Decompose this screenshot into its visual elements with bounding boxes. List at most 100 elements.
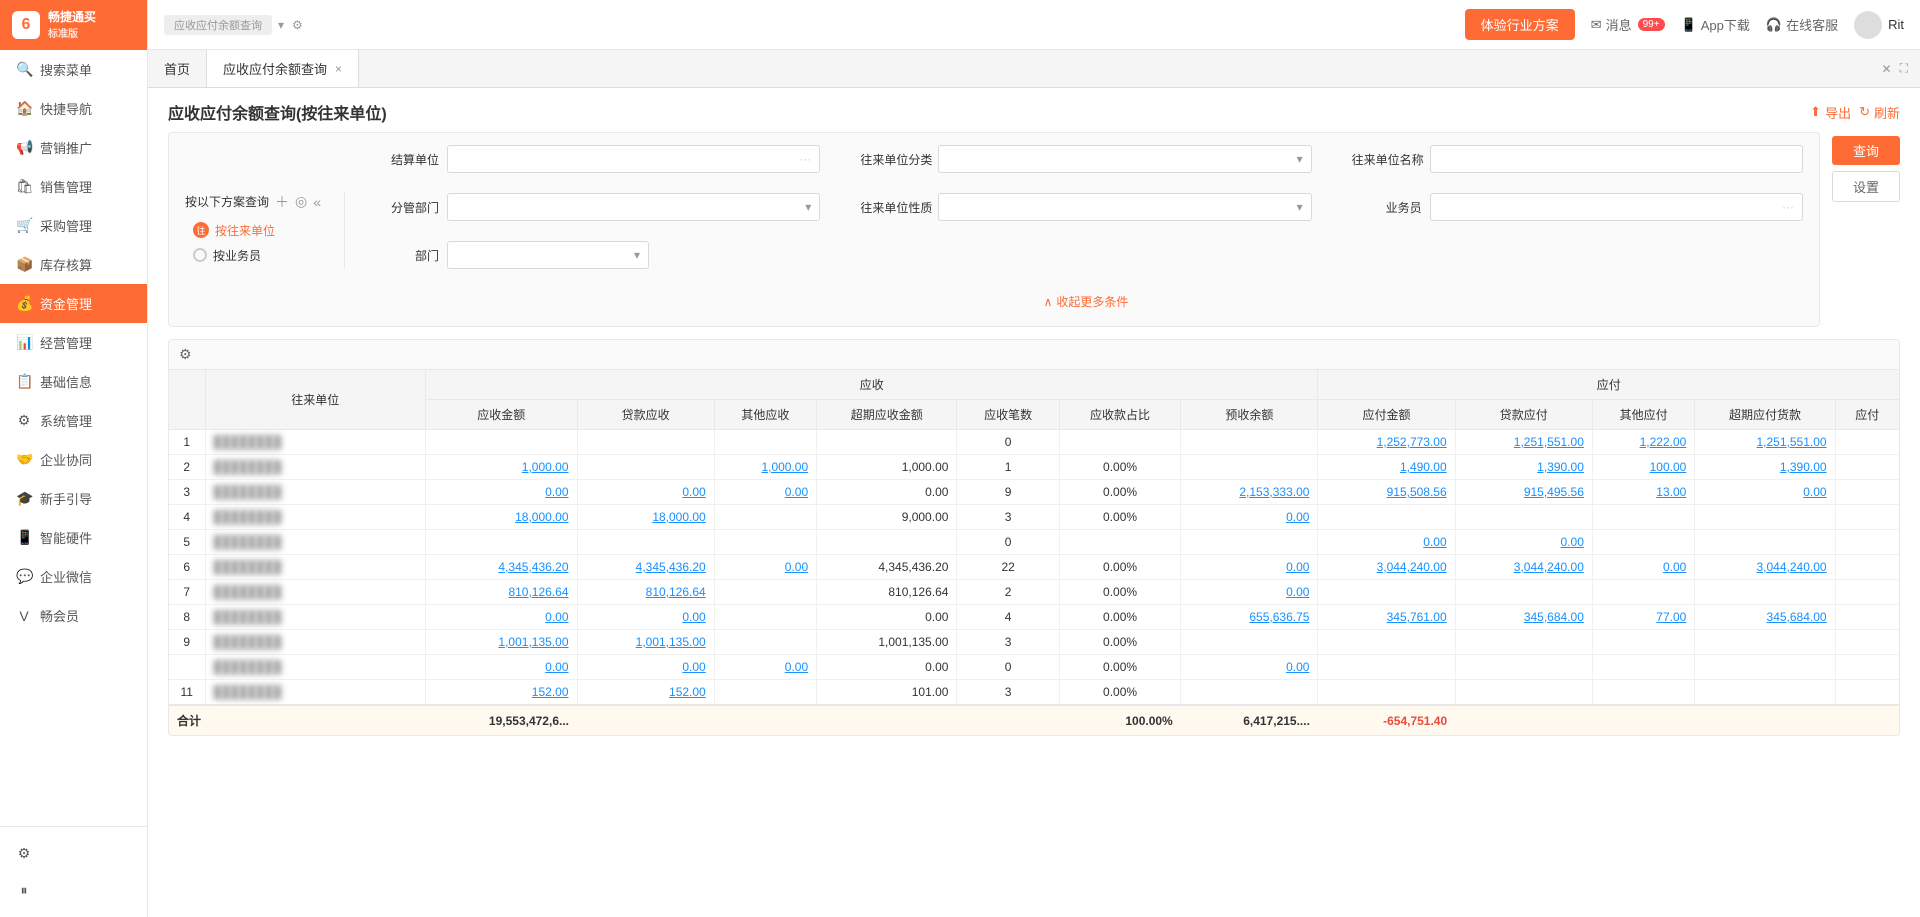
breadcrumb-dropdown-icon[interactable]: ▾ (278, 18, 284, 32)
sidebar-item-quick-nav[interactable]: 🏠 快捷导航 (0, 89, 147, 128)
cell-link[interactable]: 0.00 (785, 485, 808, 499)
table-cell[interactable]: 1,390.00 (1455, 455, 1592, 480)
solution-btn[interactable]: 体验行业方案 (1465, 9, 1575, 40)
online-service-btn[interactable]: 🎧 在线客服 (1766, 15, 1838, 34)
cell-link[interactable]: 0.00 (545, 610, 568, 624)
cell-link[interactable]: 1,251,551.00 (1757, 435, 1827, 449)
tab-home[interactable]: 首页 (148, 50, 207, 87)
table-cell[interactable]: 915,508.56 (1318, 480, 1455, 505)
salesperson-input[interactable]: ··· (1430, 193, 1803, 221)
partner-name-input[interactable] (1430, 145, 1803, 173)
cell-link[interactable]: 0.00 (1561, 535, 1584, 549)
table-cell[interactable]: 810,126.64 (577, 580, 714, 605)
cell-link[interactable]: 1,490.00 (1400, 460, 1447, 474)
table-cell[interactable]: 0.00 (426, 480, 577, 505)
table-cell[interactable]: 0.00 (714, 655, 816, 680)
collapse-link[interactable]: ∧ 收起更多条件 (1044, 293, 1129, 310)
table-cell[interactable]: 77.00 (1592, 605, 1694, 630)
table-cell[interactable]: 3,044,240.00 (1455, 555, 1592, 580)
cell-link[interactable]: 0.00 (785, 560, 808, 574)
messages-btn[interactable]: ✉ 消息 99+ (1591, 15, 1665, 34)
cell-link[interactable]: 1,251,551.00 (1514, 435, 1584, 449)
cell-link[interactable]: 2,153,333.00 (1239, 485, 1309, 499)
cell-link[interactable]: 18,000.00 (652, 510, 705, 524)
table-cell[interactable]: 100.00 (1592, 455, 1694, 480)
cell-link[interactable]: 0.00 (1286, 560, 1309, 574)
header-gear-icon[interactable]: ⚙ (292, 18, 303, 32)
cell-link[interactable]: 100.00 (1650, 460, 1687, 474)
table-cell[interactable]: 345,684.00 (1455, 605, 1592, 630)
cell-link[interactable]: 152.00 (532, 685, 569, 699)
table-cell[interactable]: 1,390.00 (1695, 455, 1835, 480)
cell-link[interactable]: 0.00 (1423, 535, 1446, 549)
cell-link[interactable]: 1,000.00 (761, 460, 808, 474)
sidebar-item-system[interactable]: ⚙ 系统管理 (0, 401, 147, 440)
cell-link[interactable]: 0.00 (1286, 585, 1309, 599)
table-cell[interactable]: 3,044,240.00 (1695, 555, 1835, 580)
sidebar-item-enterprise[interactable]: 🤝 企业协同 (0, 440, 147, 479)
cell-link[interactable]: 1,001,135.00 (498, 635, 568, 649)
cell-link[interactable]: 0.00 (1286, 660, 1309, 674)
table-cell[interactable]: 0.00 (1592, 555, 1694, 580)
table-cell[interactable]: 345,684.00 (1695, 605, 1835, 630)
table-cell[interactable]: 18,000.00 (426, 505, 577, 530)
sidebar-item-guide[interactable]: 🎓 新手引导 (0, 479, 147, 518)
partner-category-select[interactable]: ▾ (938, 145, 1311, 173)
sidebar-item-basic-info[interactable]: 📋 基础信息 (0, 362, 147, 401)
cell-link[interactable]: 345,684.00 (1524, 610, 1584, 624)
tab-arpa[interactable]: 应收应付余额查询 × (207, 50, 359, 87)
cell-link[interactable]: 13.00 (1656, 485, 1686, 499)
sidebar-item-inventory[interactable]: 📦 库存核算 (0, 245, 147, 284)
sidebar-item-search-menu[interactable]: 🔍 搜索菜单 (0, 50, 147, 89)
table-cell[interactable]: 1,000.00 (426, 455, 577, 480)
tab-close-icon[interactable]: × (335, 62, 342, 76)
table-cell[interactable]: 0.00 (426, 605, 577, 630)
table-cell[interactable]: 18,000.00 (577, 505, 714, 530)
table-cell[interactable]: 0.00 (577, 605, 714, 630)
scheme-option-by-salesperson[interactable]: 按业务员 (185, 243, 332, 268)
cell-link[interactable]: 0.00 (545, 660, 568, 674)
cell-link[interactable]: 4,345,436.20 (498, 560, 568, 574)
cell-link[interactable]: 655,636.75 (1249, 610, 1309, 624)
cell-link[interactable]: 0.00 (682, 485, 705, 499)
table-cell[interactable]: 345,761.00 (1318, 605, 1455, 630)
table-cell[interactable]: 0.00 (1181, 580, 1318, 605)
cell-link[interactable]: 0.00 (682, 610, 705, 624)
setting-btn[interactable]: 设置 (1832, 171, 1900, 202)
table-cell[interactable]: 152.00 (426, 680, 577, 706)
cell-link[interactable]: 0.00 (1663, 560, 1686, 574)
table-cell[interactable]: 13.00 (1592, 480, 1694, 505)
table-cell[interactable]: 0.00 (426, 655, 577, 680)
table-cell[interactable]: 0.00 (714, 480, 816, 505)
cell-link[interactable]: 4,345,436.20 (636, 560, 706, 574)
table-cell[interactable]: 0.00 (1181, 655, 1318, 680)
cell-link[interactable]: 0.00 (682, 660, 705, 674)
cell-link[interactable]: 1,390.00 (1780, 460, 1827, 474)
scheme-option-by-partner[interactable]: 往 按往来单位 (185, 218, 332, 243)
table-cell[interactable]: 0.00 (577, 480, 714, 505)
cell-link[interactable]: 77.00 (1656, 610, 1686, 624)
table-cell[interactable]: 0.00 (1695, 480, 1835, 505)
sidebar-item-collapse[interactable]: ⏸ (0, 872, 147, 909)
dept-select[interactable]: ▾ (447, 241, 649, 269)
sidebar-item-purchase[interactable]: 🛒 采购管理 (0, 206, 147, 245)
sidebar-item-corp-wechat[interactable]: 💬 企业微信 (0, 557, 147, 596)
table-cell[interactable]: 4,345,436.20 (426, 555, 577, 580)
table-cell[interactable]: 0.00 (577, 655, 714, 680)
table-cell[interactable]: 1,222.00 (1592, 430, 1694, 455)
collapse-scheme-icon[interactable]: « (313, 194, 321, 210)
add-scheme-icon[interactable]: ＋ (275, 192, 289, 212)
export-btn[interactable]: ⬆ 导出 (1810, 103, 1851, 122)
sidebar-item-marketing[interactable]: 📢 营销推广 (0, 128, 147, 167)
table-cell[interactable]: 1,001,135.00 (577, 630, 714, 655)
sidebar-item-sales[interactable]: 🛍 销售管理 (0, 167, 147, 206)
cell-link[interactable]: 345,761.00 (1387, 610, 1447, 624)
table-cell[interactable]: 0.00 (1318, 530, 1455, 555)
cell-link[interactable]: 345,684.00 (1767, 610, 1827, 624)
cell-link[interactable]: 1,000.00 (522, 460, 569, 474)
table-cell[interactable]: 2,153,333.00 (1181, 480, 1318, 505)
cell-link[interactable]: 3,044,240.00 (1377, 560, 1447, 574)
table-cell[interactable]: 4,345,436.20 (577, 555, 714, 580)
cell-link[interactable]: 1,001,135.00 (636, 635, 706, 649)
table-settings-icon[interactable]: ⚙ (179, 346, 192, 363)
